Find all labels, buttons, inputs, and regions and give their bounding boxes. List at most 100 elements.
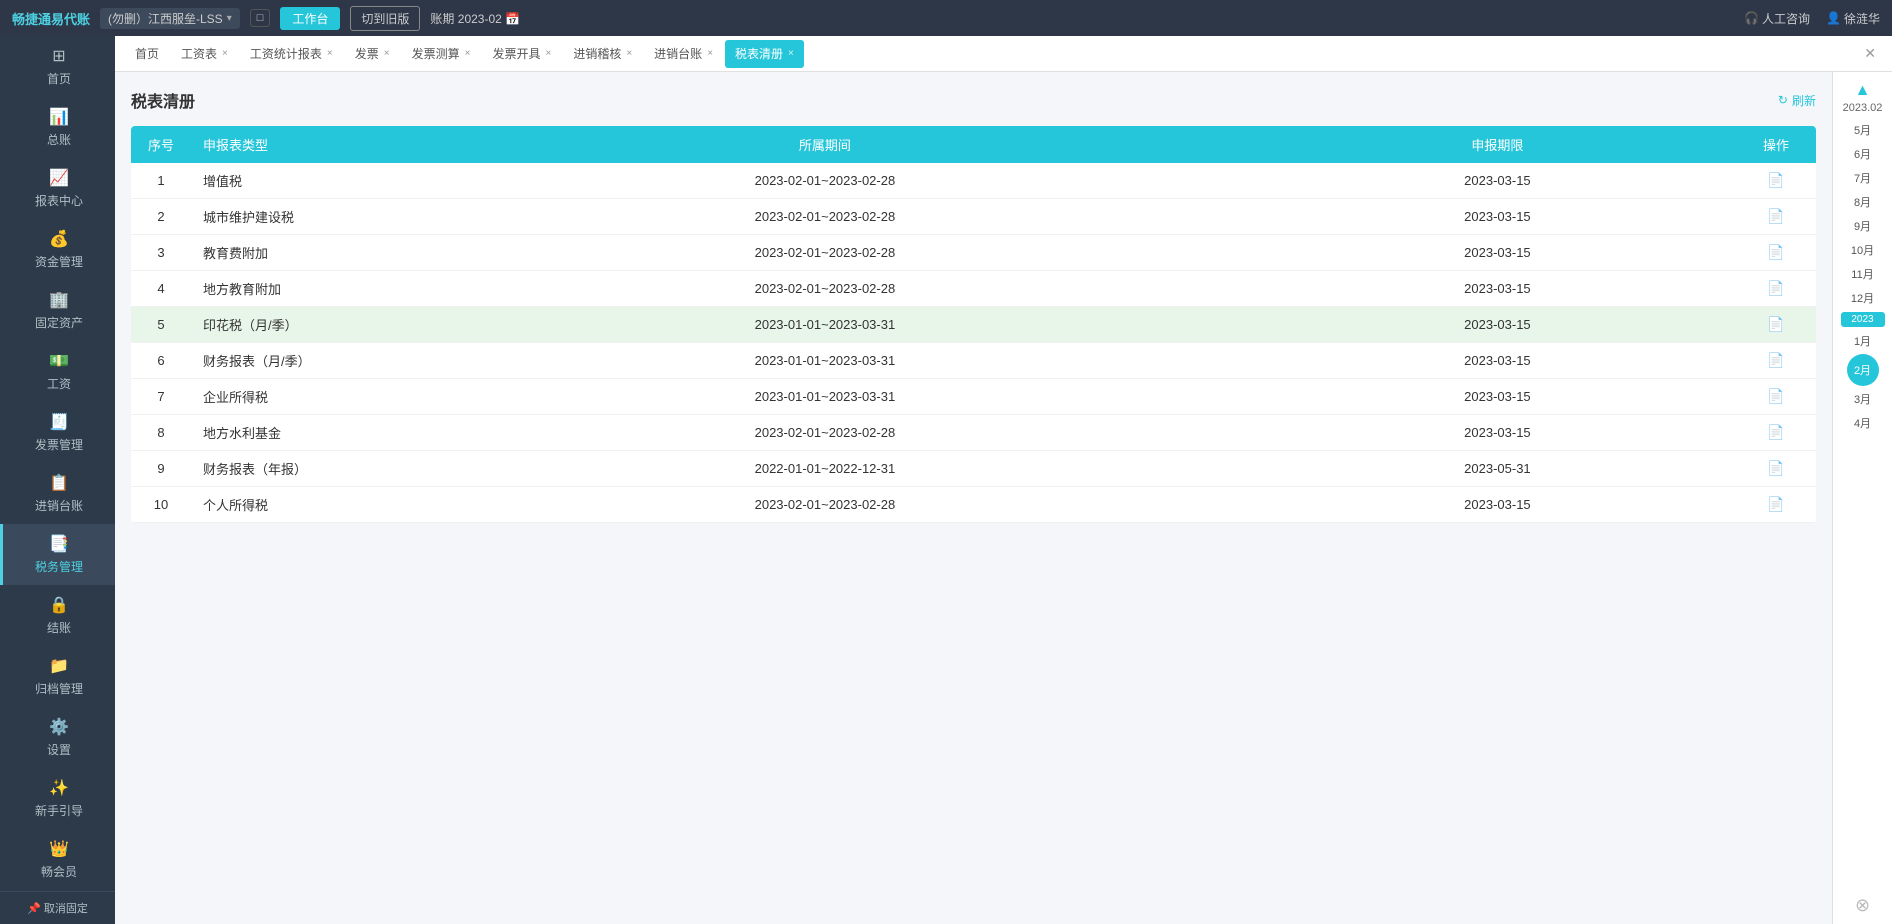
tab-close-icon[interactable]: × bbox=[707, 48, 713, 59]
top-bar: 畅捷通易代账 (勿删）江西服垒-LSS ▾ □ 工作台 切到旧版 账期 2023… bbox=[0, 0, 1892, 36]
tab-close-icon[interactable]: × bbox=[788, 48, 794, 59]
cell-deadline: 2023-05-31 bbox=[1259, 451, 1736, 487]
cell-action[interactable]: 📄 bbox=[1736, 199, 1816, 235]
col-type: 申报表类型 bbox=[191, 126, 391, 163]
sidebar-item-funds[interactable]: 💰 资金管理 bbox=[0, 219, 115, 280]
cell-action[interactable]: 📄 bbox=[1736, 307, 1816, 343]
funds-icon: 💰 bbox=[49, 229, 69, 249]
sidebar: ⊞ 首页 📊 总账 📈 报表中心 💰 资金管理 🏢 固定资产 💵 工资 🧾 发票… bbox=[0, 36, 115, 924]
payroll-icon: 💵 bbox=[49, 351, 69, 371]
tab-close-icon[interactable]: × bbox=[222, 48, 228, 59]
sidebar-item-tax[interactable]: 📑 税务管理 bbox=[0, 524, 115, 585]
cell-action[interactable]: 📄 bbox=[1736, 451, 1816, 487]
tab-purchase-check[interactable]: 进销稽核 × bbox=[563, 40, 642, 68]
archive-icon: 📁 bbox=[49, 656, 69, 676]
cell-action[interactable]: 📄 bbox=[1736, 343, 1816, 379]
table-row: 4 地方教育附加 2023-02-01~2023-02-28 2023-03-1… bbox=[131, 271, 1816, 307]
sidebar-item-label: 税务管理 bbox=[35, 558, 83, 575]
month-12[interactable]: 12月 bbox=[1841, 287, 1885, 309]
action-icon[interactable]: 📄 bbox=[1767, 244, 1784, 260]
sidebar-item-home[interactable]: ⊞ 首页 bbox=[0, 36, 115, 97]
sidebar-item-member[interactable]: 👑 畅会员 bbox=[0, 829, 115, 890]
action-icon[interactable]: 📄 bbox=[1767, 424, 1784, 440]
sidebar-pin-toggle[interactable]: 📌 取消固定 bbox=[0, 891, 115, 924]
cell-seq: 8 bbox=[131, 415, 191, 451]
cell-deadline: 2023-03-15 bbox=[1259, 235, 1736, 271]
company-selector[interactable]: (勿删）江西服垒-LSS ▾ bbox=[100, 8, 240, 29]
tab-close-icon[interactable]: × bbox=[465, 48, 471, 59]
cell-action[interactable]: 📄 bbox=[1736, 379, 1816, 415]
sidebar-item-archive[interactable]: 📁 归档管理 bbox=[0, 646, 115, 707]
sidebar-item-payroll[interactable]: 💵 工资 bbox=[0, 341, 115, 402]
month-11[interactable]: 11月 bbox=[1841, 263, 1885, 285]
sidebar-item-label: 进销台账 bbox=[35, 497, 83, 514]
month-6[interactable]: 6月 bbox=[1841, 143, 1885, 165]
month-4[interactable]: 4月 bbox=[1841, 412, 1885, 434]
switch-old-button[interactable]: 切到旧版 bbox=[350, 6, 420, 31]
month-3[interactable]: 3月 bbox=[1841, 388, 1885, 410]
main-layout: ⊞ 首页 📊 总账 📈 报表中心 💰 资金管理 🏢 固定资产 💵 工资 🧾 发票… bbox=[0, 36, 1892, 924]
action-icon[interactable]: 📄 bbox=[1767, 460, 1784, 476]
tab-payroll-table[interactable]: 工资表 × bbox=[171, 40, 238, 68]
copy-button[interactable]: □ bbox=[250, 9, 271, 27]
cell-action[interactable]: 📄 bbox=[1736, 163, 1816, 199]
table-row: 5 印花税（月/季） 2023-01-01~2023-03-31 2023-03… bbox=[131, 307, 1816, 343]
col-deadline: 申报期限 bbox=[1259, 126, 1736, 163]
app-logo: 畅捷通易代账 bbox=[12, 9, 90, 28]
home-icon: ⊞ bbox=[52, 46, 65, 66]
action-icon[interactable]: 📄 bbox=[1767, 208, 1784, 224]
sidebar-item-reconcile[interactable]: 📋 进销台账 bbox=[0, 463, 115, 524]
ai-consult-btn[interactable]: 🎧 人工咨询 bbox=[1744, 10, 1810, 27]
tax-icon: 📑 bbox=[49, 534, 69, 554]
month-1[interactable]: 1月 bbox=[1841, 330, 1885, 352]
tab-purchase-ledger[interactable]: 进销台账 × bbox=[644, 40, 723, 68]
tab-tax-register[interactable]: 税表清册 × bbox=[725, 40, 804, 68]
tab-invoice-calc[interactable]: 发票测算 × bbox=[402, 40, 481, 68]
sidebar-item-guide[interactable]: ✨ 新手引导 bbox=[0, 768, 115, 829]
month-7[interactable]: 7月 bbox=[1841, 167, 1885, 189]
tab-close-icon[interactable]: × bbox=[384, 48, 390, 59]
tab-invoice-open[interactable]: 发票开具 × bbox=[482, 40, 561, 68]
cell-period: 2023-01-01~2023-03-31 bbox=[391, 379, 1259, 415]
action-icon[interactable]: 📄 bbox=[1767, 352, 1784, 368]
sidebar-item-close-accounts[interactable]: 🔒 结账 bbox=[0, 585, 115, 646]
month-9[interactable]: 9月 bbox=[1841, 215, 1885, 237]
sidebar-item-label: 首页 bbox=[47, 70, 71, 87]
action-icon[interactable]: 📄 bbox=[1767, 496, 1784, 512]
user-profile-btn[interactable]: 👤 徐涟华 bbox=[1826, 10, 1880, 27]
action-icon[interactable]: 📄 bbox=[1767, 172, 1784, 188]
panel-up-arrow[interactable]: ▲ bbox=[1855, 82, 1871, 100]
sidebar-item-invoice-mgmt[interactable]: 🧾 发票管理 bbox=[0, 402, 115, 463]
tab-bar-close-button[interactable]: ✕ bbox=[1858, 43, 1882, 64]
sidebar-item-report[interactable]: 📈 报表中心 bbox=[0, 158, 115, 219]
refresh-button[interactable]: ↻ 刷新 bbox=[1778, 92, 1816, 109]
tab-close-icon[interactable]: × bbox=[327, 48, 333, 59]
action-icon[interactable]: 📄 bbox=[1767, 388, 1784, 404]
sidebar-item-assets[interactable]: 🏢 固定资产 bbox=[0, 280, 115, 341]
month-2-active[interactable]: 2月 bbox=[1847, 354, 1879, 386]
cell-action[interactable]: 📄 bbox=[1736, 487, 1816, 523]
month-8[interactable]: 8月 bbox=[1841, 191, 1885, 213]
tab-home[interactable]: 首页 bbox=[125, 45, 169, 62]
action-icon[interactable]: 📄 bbox=[1767, 280, 1784, 296]
workspace-button[interactable]: 工作台 bbox=[280, 7, 340, 30]
sidebar-item-label: 畅会员 bbox=[41, 863, 77, 880]
cell-type: 增值税 bbox=[191, 163, 391, 199]
month-5[interactable]: 5月 bbox=[1841, 119, 1885, 141]
invoice-mgmt-icon: 🧾 bbox=[49, 412, 69, 432]
tab-close-icon[interactable]: × bbox=[545, 48, 551, 59]
action-icon[interactable]: 📄 bbox=[1767, 316, 1784, 332]
tab-close-icon[interactable]: × bbox=[626, 48, 632, 59]
cell-deadline: 2023-03-15 bbox=[1259, 307, 1736, 343]
cell-action[interactable]: 📄 bbox=[1736, 415, 1816, 451]
month-10[interactable]: 10月 bbox=[1841, 239, 1885, 261]
panel-collapse-button[interactable]: ⊗ bbox=[1855, 895, 1870, 916]
cell-action[interactable]: 📄 bbox=[1736, 235, 1816, 271]
sidebar-item-settings[interactable]: ⚙️ 设置 bbox=[0, 707, 115, 768]
sidebar-item-ledger[interactable]: 📊 总账 bbox=[0, 97, 115, 158]
cell-deadline: 2023-03-15 bbox=[1259, 415, 1736, 451]
tab-invoice[interactable]: 发票 × bbox=[345, 40, 400, 68]
member-icon: 👑 bbox=[49, 839, 69, 859]
cell-action[interactable]: 📄 bbox=[1736, 271, 1816, 307]
tab-payroll-report[interactable]: 工资统计报表 × bbox=[240, 40, 343, 68]
